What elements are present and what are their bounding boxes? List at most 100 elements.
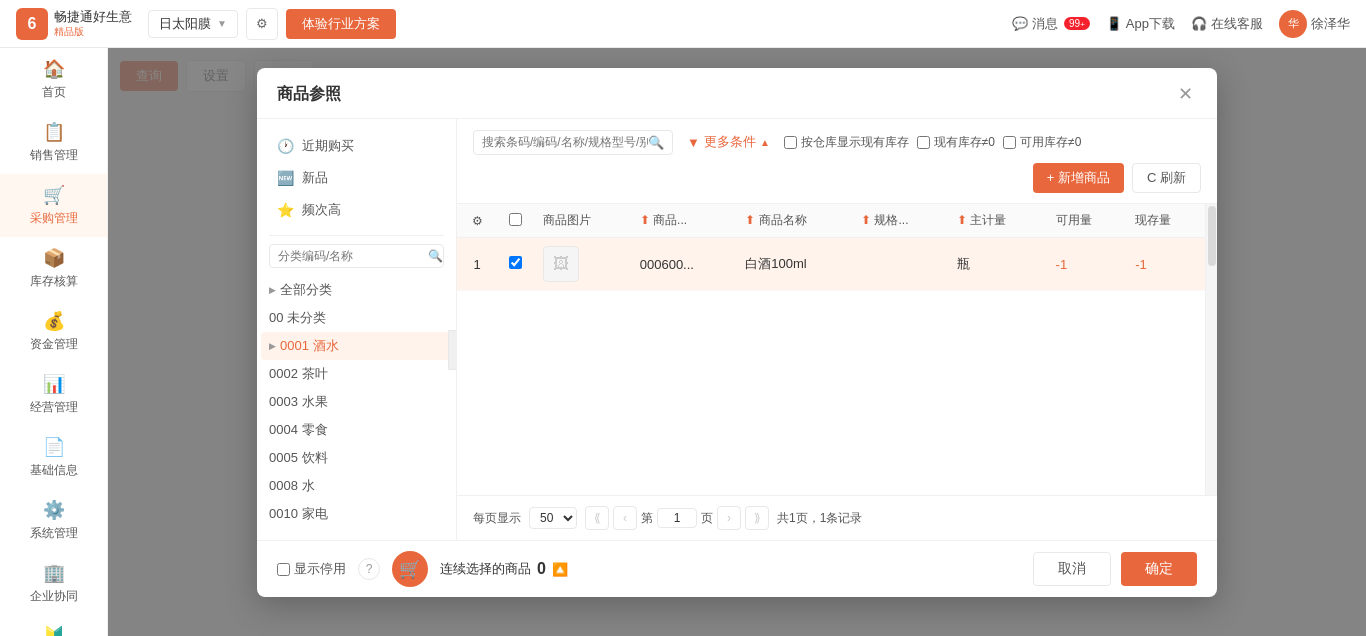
top-navigation: 6 畅捷通好生意 精品版 日太阳膜 ▼ ⚙ 体验行业方案 💬 消息 99+ 📱 … <box>0 0 1366 48</box>
sales-icon: 📋 <box>43 121 65 143</box>
sidebar-item-basic[interactable]: 📄 基础信息 <box>0 426 107 489</box>
sidebar-item-inventory[interactable]: 📦 库存核算 <box>0 237 107 300</box>
category-search-icon[interactable]: 🔍 <box>428 249 443 263</box>
toolbar-right: + 新增商品 C 刷新 <box>1033 163 1201 193</box>
warehouse-filter-checkbox[interactable]: 按仓库显示现有库存 <box>784 134 909 151</box>
product-search-box[interactable]: 🔍 <box>473 130 673 155</box>
help-icon[interactable]: ? <box>358 558 380 580</box>
th-checkbox <box>497 204 533 238</box>
search-icon[interactable]: 🔍 <box>648 135 664 150</box>
right-panel: 🔍 ▼ 更多条件 ▲ 按仓库显示现有库存 <box>457 119 1217 540</box>
messages-badge: 99+ <box>1064 17 1090 30</box>
category-0008[interactable]: 0008 水 <box>261 472 452 500</box>
category-search-input[interactable] <box>278 249 428 263</box>
warehouse-checkbox-input[interactable] <box>784 136 797 149</box>
user-profile-button[interactable]: 华 徐泽华 <box>1279 10 1350 38</box>
expand-icon: ▶ <box>269 285 276 295</box>
basic-icon: 📄 <box>43 436 65 458</box>
modal-close-button[interactable]: ✕ <box>1173 82 1197 106</box>
table-scrollbar[interactable] <box>1205 204 1217 495</box>
quick-new-products[interactable]: 🆕 新品 <box>269 163 444 193</box>
category-00[interactable]: 00 未分类 <box>261 304 452 332</box>
app-download-button[interactable]: 📱 App下载 <box>1106 15 1175 33</box>
sidebar-item-assets[interactable]: 💰 资金管理 <box>0 300 107 363</box>
sidebar-item-operations[interactable]: 📊 经营管理 <box>0 363 107 426</box>
try-industry-button[interactable]: 体验行业方案 <box>286 9 396 39</box>
message-icon: 💬 <box>1012 16 1028 31</box>
show-disabled-checkbox[interactable] <box>277 563 290 576</box>
category-all[interactable]: ▶ 全部分类 <box>261 276 452 304</box>
modal-header: 商品参照 ✕ <box>257 68 1217 119</box>
category-0004[interactable]: 0004 零食 <box>261 416 452 444</box>
product-search-input[interactable] <box>482 135 648 149</box>
table-row[interactable]: 1 🖼 <box>457 238 1205 291</box>
next-page-button[interactable]: › <box>717 506 741 530</box>
category-0001[interactable]: ▶ 0001 酒水 <box>261 332 452 360</box>
sidebar-item-system[interactable]: ⚙️ 系统管理 <box>0 489 107 552</box>
th-image: 商品图片 <box>533 204 630 238</box>
app-logo-icon: 6 <box>16 8 48 40</box>
usable-checkbox-input[interactable] <box>1003 136 1016 149</box>
left-panel: 🕐 近期购买 🆕 新品 ⭐ 频次高 <box>257 119 457 540</box>
cancel-button[interactable]: 取消 <box>1033 552 1111 586</box>
sidebar-label-system: 系统管理 <box>30 525 78 542</box>
refresh-button[interactable]: C 刷新 <box>1132 163 1201 193</box>
cell-stock: -1 <box>1125 238 1205 291</box>
table-area: ⚙ 商品图片 ⬆ <box>457 204 1217 495</box>
headset-icon: 🎧 <box>1191 16 1207 31</box>
purchase-icon: 🛒 <box>43 184 65 206</box>
category-0003[interactable]: 0003 水果 <box>261 388 452 416</box>
sidebar-item-guide[interactable]: 🔰 新手引导 <box>0 615 107 636</box>
category-0010[interactable]: 0010 家电 <box>261 500 452 528</box>
total-records-info: 共1页，1条记录 <box>777 510 862 527</box>
messages-button[interactable]: 💬 消息 99+ <box>1012 15 1090 33</box>
sort-icon: ⬆ <box>640 213 650 227</box>
category-0002[interactable]: 0002 茶叶 <box>261 360 452 388</box>
th-unit[interactable]: ⬆ 主计量 <box>947 204 1046 238</box>
usable-filter-checkbox[interactable]: 可用库存≠0 <box>1003 134 1081 151</box>
cart-button[interactable]: 🛒 <box>392 551 428 587</box>
th-code[interactable]: ⬆ 商品... <box>630 204 736 238</box>
available-filter-checkbox[interactable]: 现有库存≠0 <box>917 134 995 151</box>
scrollbar-thumb <box>1208 206 1216 266</box>
company-selector[interactable]: 日太阳膜 ▼ <box>148 10 238 38</box>
prev-page-button[interactable]: ‹ <box>613 506 637 530</box>
quick-recent-purchases[interactable]: 🕐 近期购买 <box>269 131 444 161</box>
th-spec[interactable]: ⬆ 规格... <box>851 204 947 238</box>
available-checkbox-input[interactable] <box>917 136 930 149</box>
confirm-button[interactable]: 确定 <box>1121 552 1197 586</box>
sidebar-item-purchase[interactable]: 🛒 采购管理 <box>0 174 107 237</box>
chevron-up-icon: ▲ <box>760 137 770 148</box>
panel-collapse-toggle[interactable]: 《 <box>448 330 457 370</box>
th-settings[interactable]: ⚙ <box>457 204 497 238</box>
product-table: ⚙ 商品图片 ⬆ <box>457 204 1205 291</box>
settings-icon[interactable]: ⚙ <box>246 8 278 40</box>
first-page-button[interactable]: ⟪ <box>585 506 609 530</box>
cell-checkbox[interactable] <box>497 238 533 291</box>
category-search-box[interactable]: 🔍 <box>269 244 444 268</box>
select-all-checkbox[interactable] <box>509 213 522 226</box>
quick-frequent[interactable]: ⭐ 频次高 <box>269 195 444 225</box>
show-disabled-label[interactable]: 显示停用 <box>277 560 346 578</box>
product-table-container[interactable]: ⚙ 商品图片 ⬆ <box>457 204 1205 495</box>
row-checkbox[interactable] <box>509 256 522 269</box>
online-service-button[interactable]: 🎧 在线客服 <box>1191 15 1263 33</box>
sidebar-item-enterprise[interactable]: 🏢 企业协同 <box>0 552 107 615</box>
content-area: 查询 设置 刷新 商品参照 ✕ <box>108 48 1366 636</box>
sidebar-label-operations: 经营管理 <box>30 399 78 416</box>
cell-unit: 瓶 <box>947 238 1046 291</box>
star-icon: ⭐ <box>277 202 294 218</box>
cell-spec <box>851 238 947 291</box>
cart-icon: 🛒 <box>399 558 421 580</box>
sidebar-label-home: 首页 <box>42 84 66 101</box>
add-product-button[interactable]: + 新增商品 <box>1033 163 1124 193</box>
sidebar-item-home[interactable]: 🏠 首页 <box>0 48 107 111</box>
category-0005[interactable]: 0005 饮料 <box>261 444 452 472</box>
clock-icon: 🕐 <box>277 138 294 154</box>
more-filters-button[interactable]: ▼ 更多条件 ▲ <box>681 129 776 155</box>
per-page-select[interactable]: 50 <box>529 507 577 529</box>
sidebar-item-sales[interactable]: 📋 销售管理 <box>0 111 107 174</box>
th-name[interactable]: ⬆ 商品名称 <box>735 204 851 238</box>
page-number-input[interactable] <box>657 508 697 528</box>
last-page-button[interactable]: ⟫ <box>745 506 769 530</box>
